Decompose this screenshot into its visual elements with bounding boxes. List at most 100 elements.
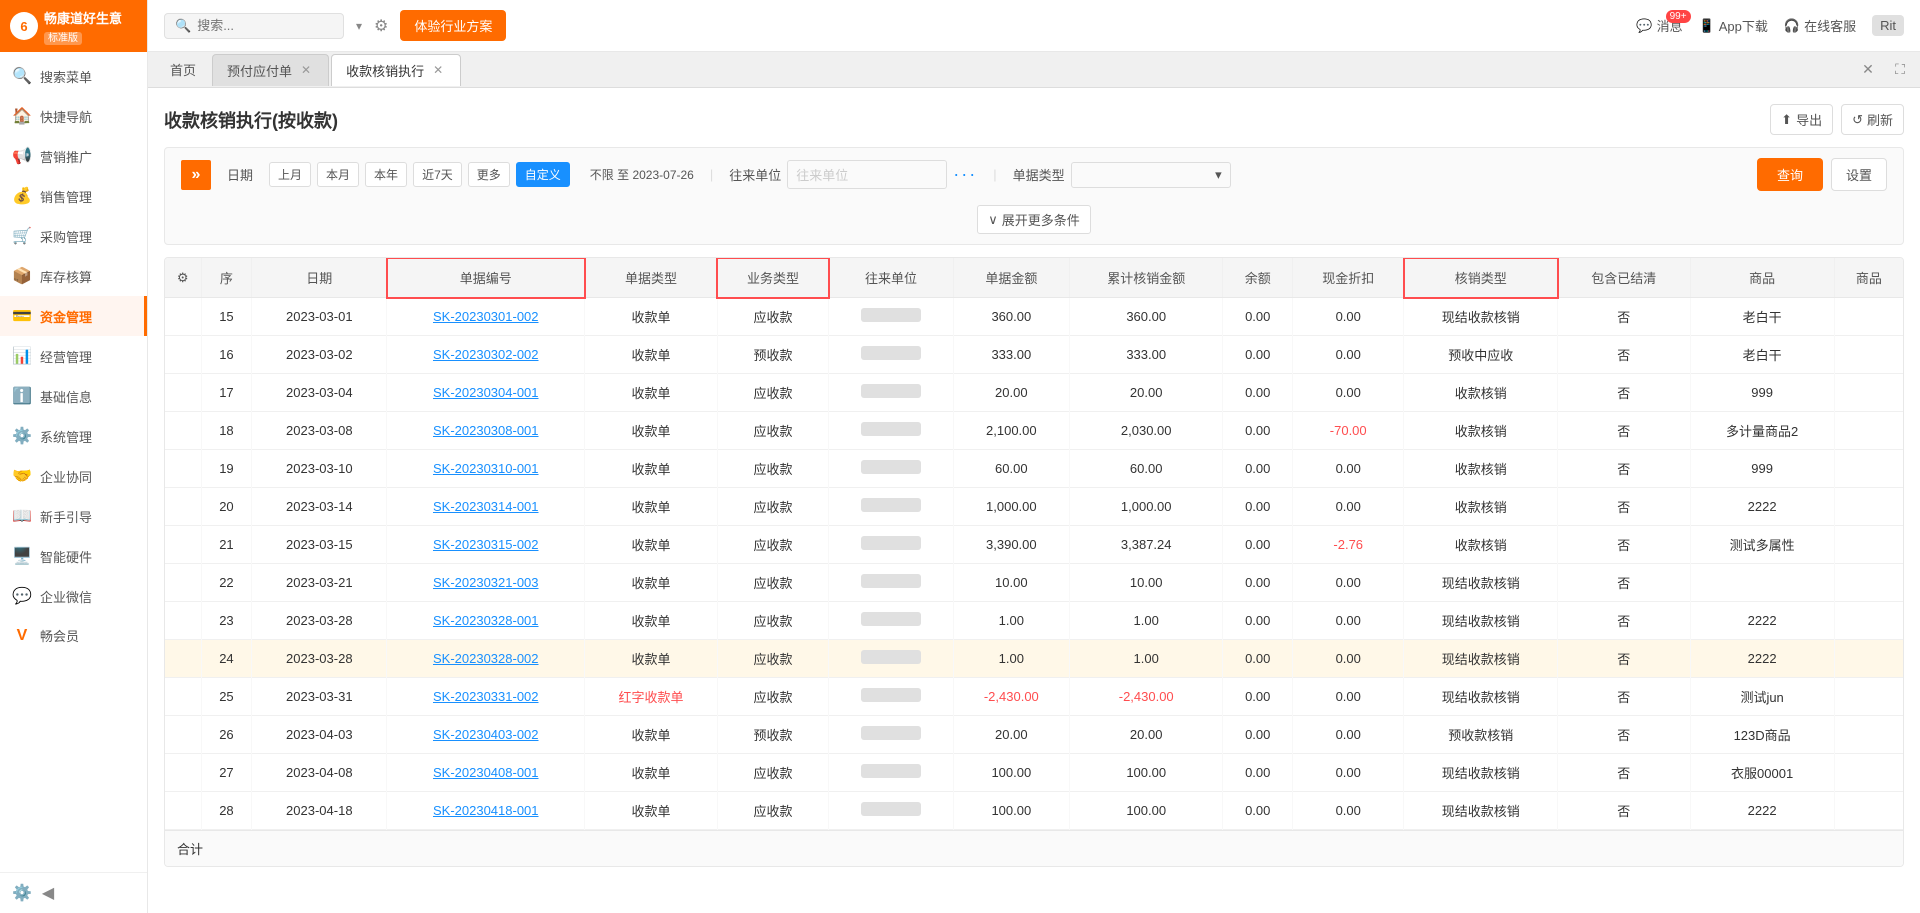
table-cell: 333.00	[953, 336, 1069, 374]
table-cell: 1.00	[953, 640, 1069, 678]
voucher-no-link[interactable]: SK-20230403-002	[433, 727, 539, 742]
voucher-no-link[interactable]: SK-20230304-001	[433, 385, 539, 400]
table-cell: 否	[1558, 602, 1691, 640]
table-cell: SK-20230328-001	[387, 602, 585, 640]
sidebar-item-operations[interactable]: 📊 经营管理	[0, 336, 147, 376]
settings-gear-icon[interactable]: ⚙	[374, 16, 388, 36]
tab-close-all-icon[interactable]: ✕	[1856, 58, 1880, 82]
sidebar-item-label: 营销推广	[40, 147, 92, 166]
table-row: 252023-03-31SK-20230331-002红字收款单应收款-2,43…	[165, 678, 1903, 716]
sidebar-item-finance[interactable]: 💳 资金管理	[0, 296, 147, 336]
table-cell	[829, 412, 953, 450]
voucher-no-link[interactable]: SK-20230328-001	[433, 613, 539, 628]
voucher-no-link[interactable]: SK-20230301-002	[433, 309, 539, 324]
date-this-month-btn[interactable]: 本月	[317, 162, 359, 187]
table-cell: 20.00	[1069, 716, 1223, 754]
voucher-type-select[interactable]: ▾	[1071, 162, 1231, 188]
voucher-no-link[interactable]: SK-20230302-002	[433, 347, 539, 362]
tab-collection[interactable]: 收款核销执行 ✕	[331, 54, 461, 86]
sidebar-item-label: 畅会员	[40, 626, 79, 645]
table-cell: 应收款	[717, 754, 829, 792]
col-gear-header[interactable]: ⚙	[165, 258, 201, 298]
settings-icon[interactable]: ⚙️	[12, 883, 32, 903]
sidebar-item-wechat[interactable]: 💬 企业微信	[0, 576, 147, 616]
refresh-button[interactable]: ↺ 刷新	[1841, 104, 1904, 135]
dropdown-arrow-icon[interactable]: ▾	[356, 19, 362, 33]
table-cell	[165, 336, 201, 374]
table-scroll[interactable]: ⚙ 序 日期 单据编号 单据类型 业务类型 往来单位 单据金额 累计核销金额 余…	[165, 258, 1903, 830]
counterpart-label: 往来单位	[729, 165, 781, 184]
sidebar-item-member[interactable]: V 畅会员	[0, 616, 147, 655]
tab-prepay-close-icon[interactable]: ✕	[298, 62, 314, 78]
voucher-no-link[interactable]: SK-20230331-002	[433, 689, 539, 704]
online-service-button[interactable]: 🎧 在线客服	[1784, 16, 1856, 35]
blurred-value	[861, 764, 921, 778]
table-cell: 2,030.00	[1069, 412, 1223, 450]
table-cell: SK-20230302-002	[387, 336, 585, 374]
table-cell: 否	[1558, 564, 1691, 602]
solution-button[interactable]: 体验行业方案	[400, 10, 506, 41]
table-cell: 15	[201, 298, 252, 336]
search-input[interactable]	[197, 18, 333, 33]
voucher-no-link[interactable]: SK-20230321-003	[433, 575, 539, 590]
collapse-icon[interactable]: ◀	[42, 883, 54, 903]
table-cell: 多计量商品2	[1690, 412, 1834, 450]
table-cell: 否	[1558, 298, 1691, 336]
table-cell: 2023-03-28	[252, 640, 387, 678]
topbar-search-box: 🔍	[164, 13, 344, 39]
date-more-btn[interactable]: 更多	[468, 162, 510, 187]
sidebar-item-inventory[interactable]: 📦 库存核算	[0, 256, 147, 296]
filter-expand-button[interactable]: »	[181, 160, 211, 190]
table-cell: 2222	[1690, 792, 1834, 830]
setting-button[interactable]: 设置	[1831, 158, 1887, 191]
sidebar-item-guide[interactable]: 📖 新手引导	[0, 496, 147, 536]
date-this-year-btn[interactable]: 本年	[365, 162, 407, 187]
tab-prepay[interactable]: 预付应付单 ✕	[212, 54, 329, 86]
sidebar-item-marketing[interactable]: 📢 营销推广	[0, 136, 147, 176]
voucher-no-link[interactable]: SK-20230314-001	[433, 499, 539, 514]
date-prev-month-btn[interactable]: 上月	[269, 162, 311, 187]
table-cell: 收款单	[585, 450, 718, 488]
tab-collection-close-icon[interactable]: ✕	[430, 62, 446, 78]
app-download-button[interactable]: 📱 App下载	[1699, 16, 1768, 35]
voucher-no-link[interactable]: SK-20230310-001	[433, 461, 539, 476]
data-table: ⚙ 序 日期 单据编号 单据类型 业务类型 往来单位 单据金额 累计核销金额 余…	[164, 257, 1904, 867]
col-cash-discount-header: 现金折扣	[1292, 258, 1404, 298]
sidebar-item-sales[interactable]: 💰 销售管理	[0, 176, 147, 216]
sidebar-item-search[interactable]: 🔍 搜索菜单	[0, 56, 147, 96]
tab-expand-icon[interactable]: ⛶	[1888, 58, 1912, 82]
table-cell: 应收款	[717, 488, 829, 526]
date-7days-btn[interactable]: 近7天	[413, 162, 462, 187]
voucher-no-link[interactable]: SK-20230418-001	[433, 803, 539, 818]
blurred-value	[861, 308, 921, 322]
table-cell: 1.00	[1069, 640, 1223, 678]
table-cell	[1834, 488, 1903, 526]
counterpart-input[interactable]: 往来单位	[787, 160, 947, 189]
table-cell: 19	[201, 450, 252, 488]
voucher-no-link[interactable]: SK-20230315-002	[433, 537, 539, 552]
sidebar-item-purchase[interactable]: 🛒 采购管理	[0, 216, 147, 256]
date-custom-btn[interactable]: 自定义	[516, 162, 570, 187]
table-row: 272023-04-08SK-20230408-001收款单应收款100.001…	[165, 754, 1903, 792]
notification-button[interactable]: 💬 消息 99+	[1636, 16, 1682, 35]
voucher-no-link[interactable]: SK-20230328-002	[433, 651, 539, 666]
voucher-no-link[interactable]: SK-20230308-001	[433, 423, 539, 438]
query-button[interactable]: 查询	[1757, 158, 1823, 191]
table-cell: 老白干	[1690, 336, 1834, 374]
sidebar-item-quicknav[interactable]: 🏠 快捷导航	[0, 96, 147, 136]
date-range-display: 不限 至 2023-07-26	[590, 166, 694, 183]
sidebar-item-basic[interactable]: ℹ️ 基础信息	[0, 376, 147, 416]
voucher-no-link[interactable]: SK-20230408-001	[433, 765, 539, 780]
table-cell: 否	[1558, 526, 1691, 564]
expand-more-button[interactable]: ∨ 展开更多条件	[977, 205, 1091, 234]
tab-home[interactable]: 首页	[156, 54, 210, 85]
user-avatar[interactable]: Rit	[1872, 15, 1904, 36]
counterpart-more-icon[interactable]: ···	[953, 164, 977, 185]
table-cell: 0.00	[1292, 716, 1404, 754]
sidebar-item-system[interactable]: ⚙️ 系统管理	[0, 416, 147, 456]
voucher-type-label: 单据类型	[1013, 165, 1065, 184]
sidebar-item-hardware[interactable]: 🖥️ 智能硬件	[0, 536, 147, 576]
export-button[interactable]: ⬆ 导出	[1770, 104, 1833, 135]
sidebar-item-enterprise[interactable]: 🤝 企业协同	[0, 456, 147, 496]
table-cell: 2023-03-21	[252, 564, 387, 602]
